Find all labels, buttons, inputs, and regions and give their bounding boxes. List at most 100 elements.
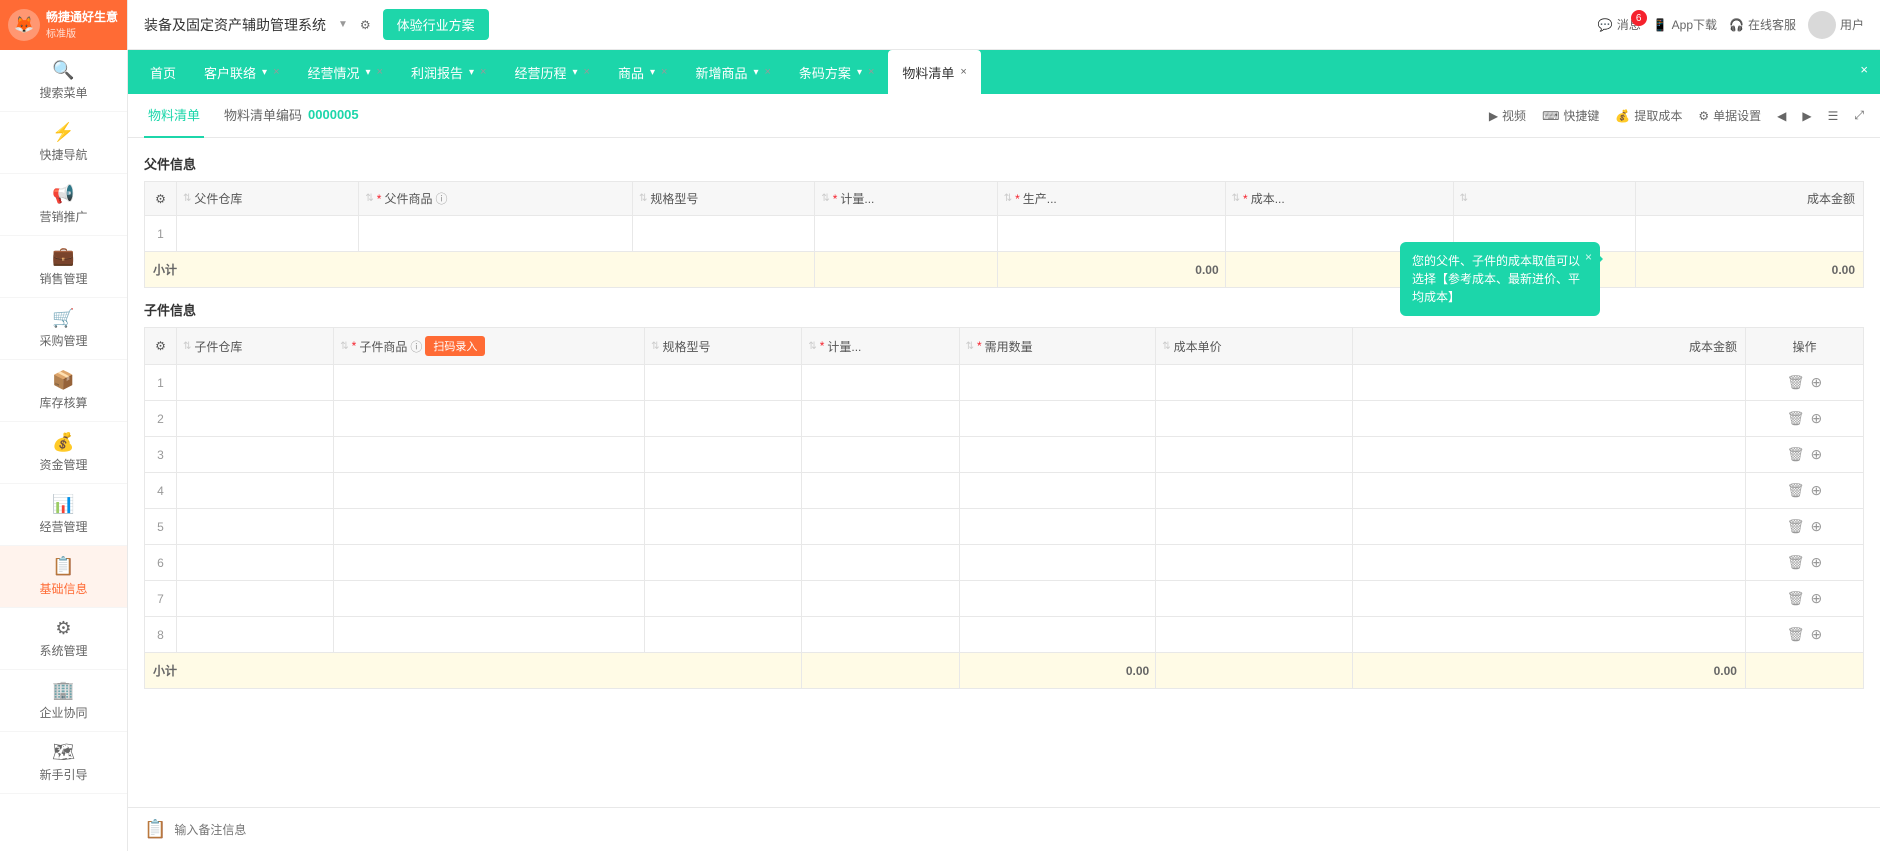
settings-btn[interactable]: ⚙ xyxy=(360,18,371,32)
child-unit-cost-cell[interactable] xyxy=(1156,437,1353,473)
child-warehouse-cell[interactable] xyxy=(177,545,334,581)
user-btn[interactable]: 用户 xyxy=(1808,11,1864,39)
child-quantity-cell[interactable] xyxy=(959,401,1156,437)
delete-icon[interactable]: 🗑 xyxy=(1787,554,1805,571)
child-spec-cell[interactable] xyxy=(645,473,802,509)
child-unit-cost-cell[interactable] xyxy=(1156,545,1353,581)
child-measure-cell[interactable] xyxy=(802,437,959,473)
parent-th-measure[interactable]: ⇅*计量... xyxy=(815,182,997,216)
sidebar-item-inventory[interactable]: 📦 库存核算 xyxy=(0,360,127,422)
note-input[interactable] xyxy=(174,823,1864,837)
copy-icon[interactable]: ⊕ xyxy=(1811,626,1823,643)
child-unit-cost-cell[interactable] xyxy=(1156,401,1353,437)
delete-icon[interactable]: 🗑 xyxy=(1787,626,1805,643)
child-th-settings[interactable]: ⚙ xyxy=(145,328,177,365)
single-setting-action[interactable]: ⚙ 单据设置 xyxy=(1698,107,1761,124)
child-warehouse-cell[interactable] xyxy=(177,473,334,509)
close-icon[interactable]: × xyxy=(960,66,966,78)
close-icon[interactable]: × xyxy=(584,66,590,78)
delete-icon[interactable]: 🗑 xyxy=(1787,590,1805,607)
child-goods-cell[interactable] xyxy=(334,581,645,617)
nav-prev-btn[interactable]: ◀ xyxy=(1777,109,1786,123)
trial-btn[interactable]: 体验行业方案 xyxy=(383,9,489,40)
child-spec-cell[interactable] xyxy=(645,365,802,401)
child-th-unit-cost[interactable]: ⇅成本单价 xyxy=(1156,328,1353,365)
child-measure-cell[interactable] xyxy=(802,545,959,581)
child-warehouse-cell[interactable] xyxy=(177,437,334,473)
parent-th-note[interactable]: ⇅ xyxy=(1453,182,1635,216)
tab-new-goods[interactable]: 新增商品 ▾ × xyxy=(681,50,784,94)
child-measure-cell[interactable] xyxy=(802,581,959,617)
child-quantity-cell[interactable] xyxy=(959,545,1156,581)
close-icon[interactable]: × xyxy=(273,66,279,78)
close-icon[interactable]: × xyxy=(377,66,383,78)
close-icon[interactable]: × xyxy=(480,66,486,78)
child-spec-cell[interactable] xyxy=(645,545,802,581)
child-quantity-cell[interactable] xyxy=(959,473,1156,509)
sidebar-item-guide[interactable]: 🗺 新手引导 xyxy=(0,732,127,794)
tab-business[interactable]: 经营情况 ▾ × xyxy=(294,50,397,94)
delete-icon[interactable]: 🗑 xyxy=(1787,410,1805,427)
parent-th-settings[interactable]: ⚙ xyxy=(145,182,177,216)
child-goods-cell[interactable] xyxy=(334,437,645,473)
parent-th-cost[interactable]: ⇅*成本... xyxy=(1225,182,1453,216)
system-dropdown[interactable]: ▼ xyxy=(338,19,348,30)
copy-icon[interactable]: ⊕ xyxy=(1811,590,1823,607)
child-spec-cell[interactable] xyxy=(645,401,802,437)
copy-icon[interactable]: ⊕ xyxy=(1811,410,1823,427)
child-measure-cell[interactable] xyxy=(802,365,959,401)
child-quantity-cell[interactable] xyxy=(959,509,1156,545)
expand-btn[interactable]: ⤢ xyxy=(1854,108,1864,123)
sidebar-item-finance[interactable]: 💰 资金管理 xyxy=(0,422,127,484)
child-warehouse-cell[interactable] xyxy=(177,365,334,401)
sidebar-item-operations[interactable]: 📊 经营管理 xyxy=(0,484,127,546)
child-th-warehouse[interactable]: ⇅子件仓库 xyxy=(177,328,334,365)
child-spec-cell[interactable] xyxy=(645,509,802,545)
tab-goods[interactable]: 商品 ▾ × xyxy=(604,50,681,94)
delete-icon[interactable]: 🗑 xyxy=(1787,518,1805,535)
close-icon[interactable]: × xyxy=(764,66,770,78)
child-quantity-cell[interactable] xyxy=(959,365,1156,401)
delete-icon[interactable]: 🗑 xyxy=(1787,374,1805,391)
copy-icon[interactable]: ⊕ xyxy=(1811,554,1823,571)
sidebar-item-enterprise[interactable]: 🏢 企业协同 xyxy=(0,670,127,732)
tab-customer[interactable]: 客户联络 ▾ × xyxy=(190,50,293,94)
delete-icon[interactable]: 🗑 xyxy=(1787,446,1805,463)
scan-input-btn[interactable]: 扫码录入 xyxy=(425,336,485,356)
child-unit-cost-cell[interactable] xyxy=(1156,617,1353,653)
child-measure-cell[interactable] xyxy=(802,617,959,653)
parent-th-produce[interactable]: ⇅*生产... xyxy=(997,182,1225,216)
cost-action[interactable]: 💰 提取成本 xyxy=(1615,107,1682,124)
parent-th-goods[interactable]: ⇅*父件商品ⓘ xyxy=(359,182,633,216)
parent-spec-cell[interactable] xyxy=(632,216,814,252)
child-th-goods[interactable]: ⇅*子件商品ⓘ 扫码录入 xyxy=(334,328,645,365)
close-all-tabs[interactable]: × xyxy=(1848,50,1880,89)
child-warehouse-cell[interactable] xyxy=(177,617,334,653)
nav-next-btn[interactable]: ▶ xyxy=(1802,109,1811,123)
tooltip-close-btn[interactable]: × xyxy=(1585,248,1592,266)
copy-icon[interactable]: ⊕ xyxy=(1811,518,1823,535)
view-action[interactable]: ▶ 视频 xyxy=(1489,107,1526,124)
child-quantity-cell[interactable] xyxy=(959,437,1156,473)
child-th-measure[interactable]: ⇅*计量... xyxy=(802,328,959,365)
child-goods-cell[interactable] xyxy=(334,365,645,401)
parent-warehouse-cell[interactable] xyxy=(177,216,359,252)
sidebar-item-quick-nav[interactable]: ⚡ 快捷导航 xyxy=(0,112,127,174)
child-spec-cell[interactable] xyxy=(645,437,802,473)
child-spec-cell[interactable] xyxy=(645,617,802,653)
app-download-btn[interactable]: 📱 App下载 xyxy=(1653,16,1717,33)
parent-produce-cell[interactable] xyxy=(997,216,1225,252)
child-measure-cell[interactable] xyxy=(802,509,959,545)
copy-icon[interactable]: ⊕ xyxy=(1811,482,1823,499)
parent-measure-cell[interactable] xyxy=(815,216,997,252)
shortcut-action[interactable]: ⌨ 快捷键 xyxy=(1542,107,1599,124)
child-quantity-cell[interactable] xyxy=(959,617,1156,653)
child-unit-cost-cell[interactable] xyxy=(1156,581,1353,617)
sidebar-item-purchase[interactable]: 🛒 采购管理 xyxy=(0,298,127,360)
close-icon[interactable]: × xyxy=(868,66,874,78)
message-btn[interactable]: 💬 消息 6 xyxy=(1598,16,1641,33)
delete-icon[interactable]: 🗑 xyxy=(1787,482,1805,499)
parent-th-spec[interactable]: ⇅规格型号 xyxy=(632,182,814,216)
tab-barcode[interactable]: 条码方案 ▾ × xyxy=(785,50,888,94)
sidebar-item-marketing[interactable]: 📢 营销推广 xyxy=(0,174,127,236)
